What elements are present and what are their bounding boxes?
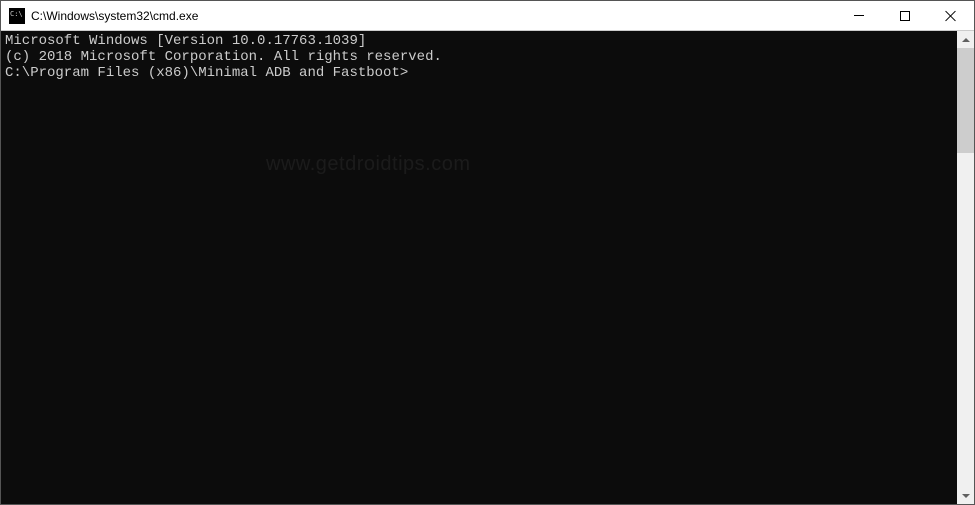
chevron-down-icon [962,494,970,498]
console-prompt: C:\Program Files (x86)\Minimal ADB and F… [5,65,953,81]
minimize-button[interactable] [836,1,882,30]
minimize-icon [854,15,864,16]
close-icon [945,10,957,22]
close-button[interactable] [928,1,974,30]
vertical-scrollbar[interactable] [957,31,974,504]
scrollbar-track[interactable] [957,48,974,487]
cmd-icon [9,8,25,24]
scrollbar-thumb[interactable] [957,48,974,153]
scrollbar-down-button[interactable] [957,487,974,504]
cmd-window: C:\Windows\system32\cmd.exe Microsoft Wi… [0,0,975,505]
scrollbar-up-button[interactable] [957,31,974,48]
watermark-text: www.getdroidtips.com [266,156,471,172]
chevron-up-icon [962,38,970,42]
window-controls [836,1,974,30]
window-title: C:\Windows\system32\cmd.exe [31,9,836,23]
console-line: Microsoft Windows [Version 10.0.17763.10… [5,33,953,49]
console-line: (c) 2018 Microsoft Corporation. All righ… [5,49,953,65]
console-area[interactable]: Microsoft Windows [Version 10.0.17763.10… [1,31,957,504]
maximize-icon [900,11,910,21]
titlebar[interactable]: C:\Windows\system32\cmd.exe [1,1,974,31]
console-wrapper: Microsoft Windows [Version 10.0.17763.10… [1,31,974,504]
maximize-button[interactable] [882,1,928,30]
